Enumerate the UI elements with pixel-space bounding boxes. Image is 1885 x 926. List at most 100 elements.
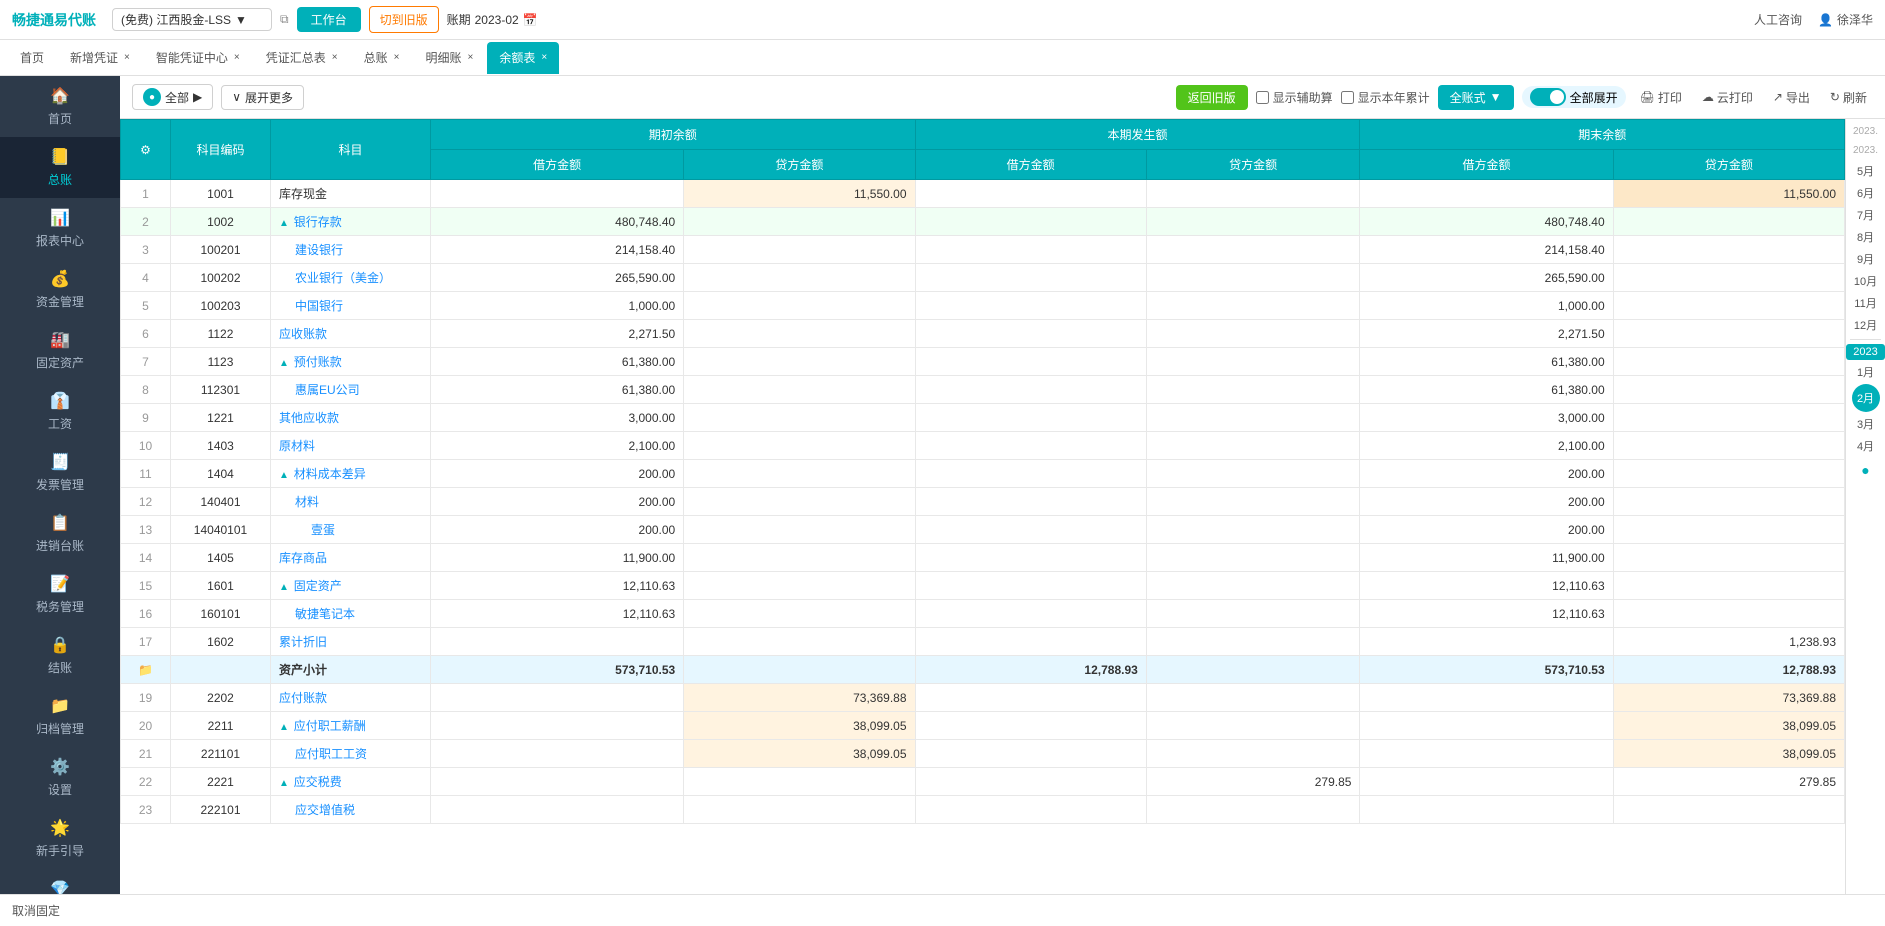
- tab-detail[interactable]: 明细账 ×: [413, 42, 485, 74]
- account-link[interactable]: 中国银行: [295, 299, 343, 313]
- right-panel-1[interactable]: 1月: [1846, 362, 1885, 382]
- sidebar-item-ledger[interactable]: 📒 总账: [0, 137, 120, 198]
- tab-close-smart-voucher[interactable]: ×: [234, 52, 240, 63]
- tab-close-balance[interactable]: ×: [541, 52, 547, 63]
- tab-close-ledger[interactable]: ×: [394, 52, 400, 63]
- expand-icon[interactable]: ▲: [279, 778, 292, 789]
- right-panel-12[interactable]: 12月: [1846, 315, 1885, 335]
- right-panel-11[interactable]: 11月: [1846, 293, 1885, 313]
- account-link[interactable]: 银行存款: [294, 215, 342, 229]
- account-link[interactable]: 原材料: [279, 439, 315, 453]
- row-name[interactable]: ▲ 应付职工薪酬: [271, 712, 431, 740]
- row-name[interactable]: ▲ 材料成本差异: [271, 460, 431, 488]
- sidebar-item-fixed[interactable]: 🏭 固定资产: [0, 320, 120, 381]
- right-panel-5[interactable]: 5月: [1846, 161, 1885, 181]
- row-name[interactable]: 累计折旧: [271, 628, 431, 656]
- account-link[interactable]: 累计折旧: [279, 635, 327, 649]
- row-name[interactable]: ▲ 银行存款: [271, 208, 431, 236]
- row-name[interactable]: 其他应收款: [271, 404, 431, 432]
- sidebar-item-home[interactable]: 🏠 首页: [0, 76, 120, 137]
- sidebar-item-guide[interactable]: 🌟 新手引导: [0, 808, 120, 869]
- toggle-switch[interactable]: [1530, 88, 1566, 106]
- cancel-fixed-button[interactable]: 取消固定: [12, 902, 60, 919]
- account-link[interactable]: 应收账款: [279, 327, 327, 341]
- row-name[interactable]: 惠属EU公司: [271, 376, 431, 404]
- sidebar-item-archive[interactable]: 📁 归档管理: [0, 686, 120, 747]
- row-name[interactable]: 应付职工工资: [271, 740, 431, 768]
- account-link[interactable]: 应付职工工资: [295, 747, 367, 761]
- account-link[interactable]: 应交税费: [294, 775, 342, 789]
- tab-voucher-summary[interactable]: 凭证汇总表 ×: [254, 42, 350, 74]
- tab-close-voucher-summary[interactable]: ×: [332, 52, 338, 63]
- row-name[interactable]: ▲ 固定资产: [271, 572, 431, 600]
- right-panel-6[interactable]: 6月: [1846, 183, 1885, 203]
- expand-icon[interactable]: ▲: [279, 470, 292, 481]
- row-name[interactable]: 壹蛋: [271, 516, 431, 544]
- account-link[interactable]: 预付账款: [294, 355, 342, 369]
- right-panel-10[interactable]: 10月: [1846, 271, 1885, 291]
- sidebar-item-tax[interactable]: 📝 税务管理: [0, 564, 120, 625]
- account-link[interactable]: 材料成本差异: [294, 467, 366, 481]
- account-link[interactable]: 其他应收款: [279, 411, 339, 425]
- sidebar-item-purchase[interactable]: 📋 进销台账: [0, 503, 120, 564]
- tab-balance[interactable]: 余额表 ×: [487, 42, 559, 74]
- show-ytd-checkbox[interactable]: [1341, 91, 1354, 104]
- row-name[interactable]: ▲ 预付账款: [271, 348, 431, 376]
- tab-ledger[interactable]: 总账 ×: [352, 42, 412, 74]
- calendar-icon[interactable]: 📅: [523, 13, 538, 27]
- right-panel-4[interactable]: 4月: [1846, 436, 1885, 456]
- export-button[interactable]: ↗ 导出: [1767, 86, 1816, 109]
- row-name[interactable]: 应交增值税: [271, 796, 431, 824]
- right-panel-2023[interactable]: 2023: [1846, 344, 1885, 360]
- account-link[interactable]: 敏捷笔记本: [295, 607, 355, 621]
- row-name[interactable]: ▲ 应交税费: [271, 768, 431, 796]
- right-panel-7[interactable]: 7月: [1846, 205, 1885, 225]
- row-name[interactable]: 建设银行: [271, 236, 431, 264]
- right-panel-expand-icon[interactable]: ●: [1861, 462, 1869, 478]
- right-panel-9[interactable]: 9月: [1846, 249, 1885, 269]
- expand-icon[interactable]: ▲: [279, 218, 292, 229]
- row-name[interactable]: 材料: [271, 488, 431, 516]
- tab-new-voucher[interactable]: 新增凭证 ×: [58, 42, 142, 74]
- right-panel-3[interactable]: 3月: [1846, 414, 1885, 434]
- expand-icon[interactable]: ▲: [279, 582, 292, 593]
- return-old-button[interactable]: 返回旧版: [1176, 85, 1248, 110]
- format-button[interactable]: 全账式 ▼: [1438, 85, 1514, 110]
- right-panel-2[interactable]: 2月: [1852, 384, 1880, 412]
- user-info[interactable]: 👤 徐泽华: [1818, 11, 1873, 28]
- account-link[interactable]: 建设银行: [295, 243, 343, 257]
- account-link[interactable]: 壹蛋: [311, 523, 335, 537]
- expand-icon[interactable]: ▲: [279, 358, 292, 369]
- account-link[interactable]: 农业银行（美金）: [295, 271, 391, 285]
- tab-smart-voucher[interactable]: 智能凭证中心 ×: [144, 42, 252, 74]
- tab-close-detail[interactable]: ×: [467, 52, 473, 63]
- expand-all-toggle[interactable]: 全部展开: [1522, 86, 1626, 108]
- sidebar-item-report[interactable]: 📊 报表中心: [0, 198, 120, 259]
- row-name[interactable]: 中国银行: [271, 292, 431, 320]
- row-name[interactable]: 应收账款: [271, 320, 431, 348]
- company-selector[interactable]: (免费) 江西股金-LSS ▼: [112, 8, 272, 31]
- expand-icon[interactable]: ▲: [279, 722, 292, 733]
- sidebar-item-invoice[interactable]: 🧾 发票管理: [0, 442, 120, 503]
- account-link[interactable]: 库存商品: [279, 551, 327, 565]
- account-link[interactable]: 惠属EU公司: [295, 383, 360, 397]
- copy-icon[interactable]: ⧉: [280, 12, 289, 27]
- consultant-button[interactable]: 人工咨询: [1754, 11, 1802, 28]
- account-link[interactable]: 固定资产: [294, 579, 342, 593]
- refresh-button[interactable]: ↻ 刷新: [1824, 86, 1873, 109]
- account-link[interactable]: 材料: [295, 495, 319, 509]
- sidebar-item-vip[interactable]: 💎 畅会员: [0, 869, 120, 894]
- sidebar-item-closing[interactable]: 🔒 结账: [0, 625, 120, 686]
- cloud-print-button[interactable]: ☁ 云打印: [1696, 86, 1759, 109]
- row-name[interactable]: 农业银行（美金）: [271, 264, 431, 292]
- switch-button[interactable]: 切到旧版: [369, 6, 439, 33]
- account-link[interactable]: 应付账款: [279, 691, 327, 705]
- sidebar-item-settings[interactable]: ⚙️ 设置: [0, 747, 120, 808]
- workbench-button[interactable]: 工作台: [297, 7, 361, 32]
- row-name[interactable]: 库存商品: [271, 544, 431, 572]
- row-name[interactable]: 原材料: [271, 432, 431, 460]
- row-name[interactable]: 敏捷笔记本: [271, 600, 431, 628]
- sidebar-item-salary[interactable]: 👔 工资: [0, 381, 120, 442]
- filter-button[interactable]: ● 全部 ▶: [132, 84, 213, 110]
- right-panel-8[interactable]: 8月: [1846, 227, 1885, 247]
